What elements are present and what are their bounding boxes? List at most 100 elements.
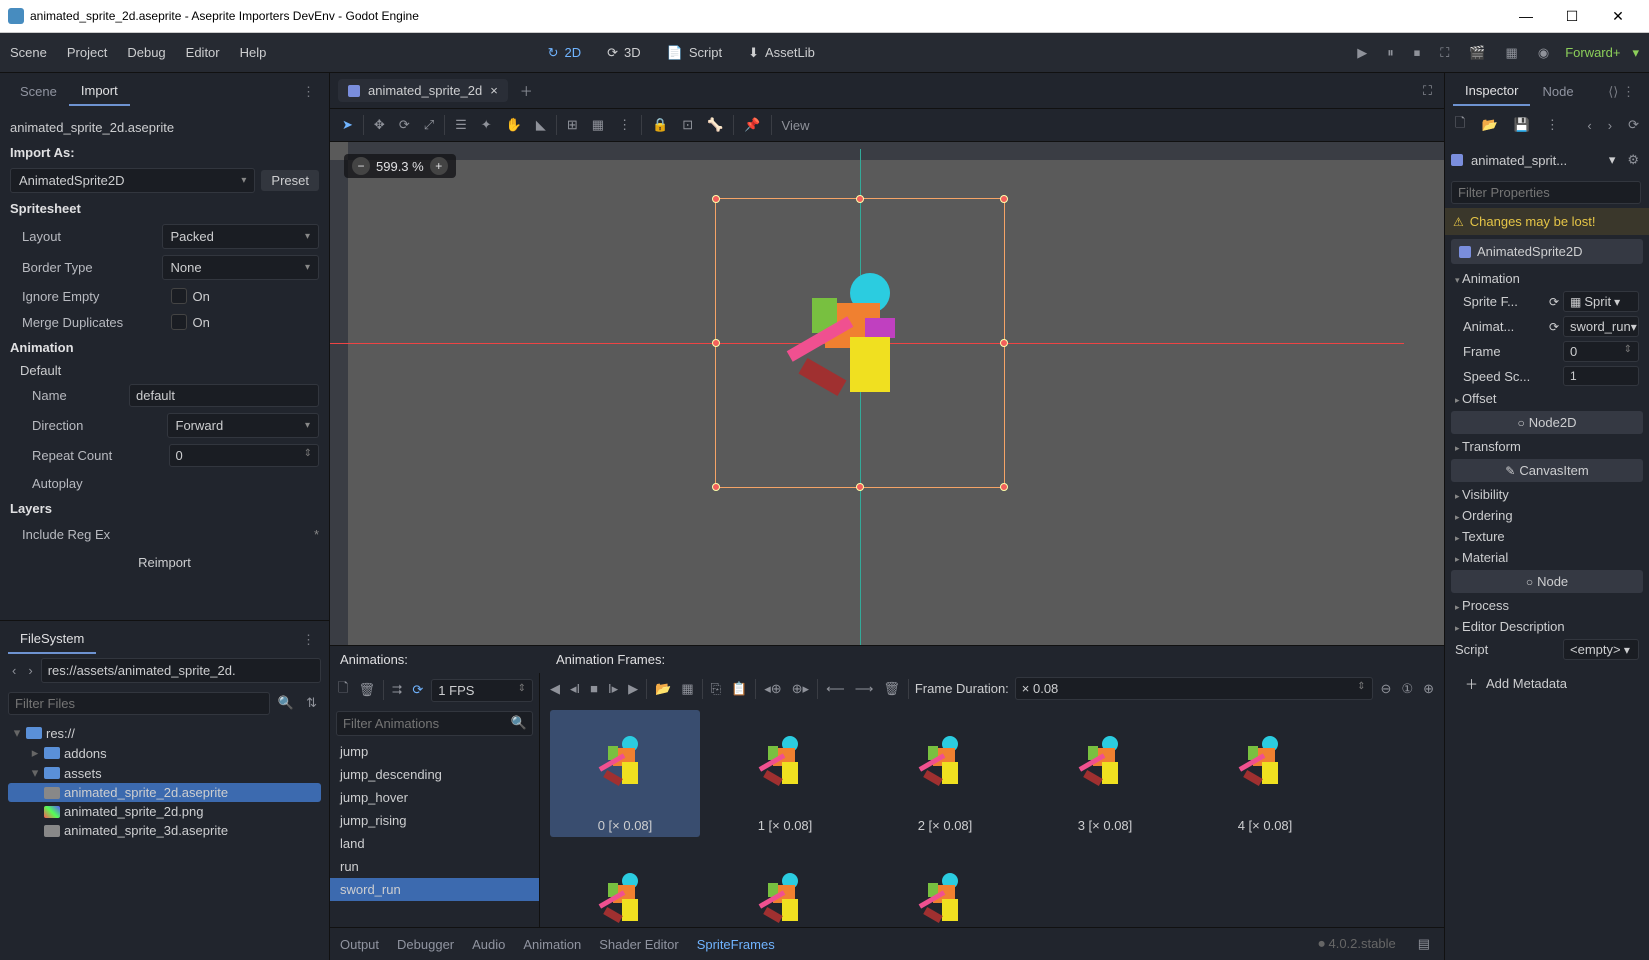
anim-list-item[interactable]: jump: [330, 740, 539, 763]
menu-editor[interactable]: Editor: [186, 41, 220, 64]
section-transform[interactable]: Transform: [1445, 436, 1649, 457]
border-dropdown[interactable]: None: [162, 255, 320, 280]
path-back-button[interactable]: ‹: [8, 659, 20, 682]
new-anim-icon[interactable]: 🗋: [336, 677, 350, 703]
filter-files-input[interactable]: [8, 692, 270, 715]
workspace-3d[interactable]: ⟳3D: [603, 41, 645, 65]
sprite-frames-value[interactable]: ▦Sprit ▾: [1563, 291, 1639, 312]
paste-frame-icon[interactable]: 📋: [729, 679, 749, 699]
bottom-tab-output[interactable]: Output: [340, 937, 379, 952]
loop-icon[interactable]: ⟳: [410, 680, 425, 700]
section-process[interactable]: Process: [1445, 595, 1649, 616]
viewport-2d[interactable]: − 599.3 % +: [330, 142, 1444, 645]
copy-frame-icon[interactable]: ⎘: [709, 679, 723, 699]
section-editor-description[interactable]: Editor Description: [1445, 616, 1649, 637]
snap-icon[interactable]: ⊞: [563, 113, 582, 137]
smart-snap-icon[interactable]: ✦: [477, 113, 496, 137]
anim-list-item[interactable]: jump_hover: [330, 786, 539, 809]
filesystem-menu-icon[interactable]: ⋮: [296, 632, 321, 648]
play-back-icon[interactable]: ◀: [548, 679, 562, 699]
tab-filesystem[interactable]: FileSystem: [8, 625, 96, 654]
play-fwd-icon[interactable]: ▶: [626, 679, 640, 699]
section-visibility[interactable]: Visibility: [1445, 484, 1649, 505]
move-left-icon[interactable]: ⟵: [824, 679, 847, 699]
expand-dock-icon[interactable]: ▤: [1414, 932, 1434, 956]
section-offset[interactable]: Offset: [1445, 388, 1649, 409]
manage-icon[interactable]: ⚙: [1623, 148, 1643, 172]
move-tool-icon[interactable]: ✥: [370, 113, 389, 137]
workspace-2d[interactable]: ↻2D: [544, 41, 586, 65]
grid-snap-icon[interactable]: ▦: [588, 113, 608, 137]
resource-name[interactable]: animated_sprit...: [1471, 153, 1601, 168]
select-tool-icon[interactable]: ➤: [338, 113, 357, 137]
delete-anim-icon[interactable]: 🗑: [356, 680, 377, 700]
layout-dropdown[interactable]: Packed: [162, 224, 320, 249]
scale-tool-icon[interactable]: ⤢: [420, 113, 438, 137]
importer-dropdown[interactable]: AnimatedSprite2D: [10, 168, 255, 193]
extra-menu-icon[interactable]: ⋮: [1542, 113, 1563, 137]
speed-scale-value[interactable]: 1: [1563, 366, 1639, 386]
close-button[interactable]: ✕: [1595, 0, 1641, 32]
load-icon[interactable]: 📂: [1477, 113, 1501, 137]
insert-after-icon[interactable]: ⊕▸: [790, 679, 811, 699]
tab-node[interactable]: Node: [1530, 78, 1585, 105]
class-canvasitem-chip[interactable]: ✎ CanvasItem: [1451, 459, 1643, 482]
frame-cell[interactable]: 0 [× 0.08]: [550, 710, 700, 837]
bottom-tab-animation[interactable]: Animation: [523, 937, 581, 952]
search-icon[interactable]: 🔍: [274, 691, 298, 715]
play-remote-button[interactable]: ⛶: [1436, 41, 1453, 65]
bone-icon[interactable]: 🦴: [703, 113, 727, 137]
renderer-select[interactable]: Forward+: [1565, 45, 1620, 60]
filter-properties-input[interactable]: [1451, 181, 1641, 204]
view-menu[interactable]: View: [778, 114, 814, 137]
stop-frames-icon[interactable]: ■: [588, 679, 600, 698]
merge-dup-checkbox[interactable]: [171, 314, 187, 330]
delete-frame-icon[interactable]: 🗑: [881, 679, 902, 699]
load-frame-icon[interactable]: 📂: [653, 679, 673, 699]
menu-debug[interactable]: Debug: [127, 41, 165, 64]
minimize-button[interactable]: —: [1503, 0, 1549, 32]
preset-button[interactable]: Preset: [261, 170, 319, 191]
save-icon[interactable]: 💾: [1510, 113, 1534, 137]
open-icon[interactable]: 🗋: [1451, 110, 1469, 140]
script-value[interactable]: <empty> ▾: [1563, 639, 1639, 660]
tree-file[interactable]: animated_sprite_3d.aseprite: [8, 821, 321, 840]
tree-file[interactable]: animated_sprite_2d.png: [8, 802, 321, 821]
section-material[interactable]: Material: [1445, 547, 1649, 568]
step-fwd-icon[interactable]: I▸: [606, 679, 620, 699]
frame-cell[interactable]: [550, 847, 700, 927]
anim-list-item[interactable]: land: [330, 832, 539, 855]
zoom-out-button[interactable]: −: [352, 157, 370, 175]
anim-list-item[interactable]: sword_run: [330, 878, 539, 901]
lock-icon[interactable]: 🔒: [648, 113, 672, 137]
resource-dropdown-icon[interactable]: ▾: [1609, 152, 1616, 168]
frame-duration-spin[interactable]: × 0.08⇕: [1015, 677, 1373, 700]
fps-spin[interactable]: 1 FPS⇕: [431, 679, 533, 702]
frame-cell[interactable]: 4 [× 0.08]: [1190, 710, 1340, 837]
selection-box[interactable]: [715, 198, 1005, 488]
add-grid-icon[interactable]: ▦: [679, 679, 695, 699]
insert-before-icon[interactable]: ◂⊕: [762, 679, 783, 699]
inspector-class-header[interactable]: AnimatedSprite2D: [1451, 239, 1643, 264]
add-tab-button[interactable]: ＋: [516, 77, 537, 104]
ruler-tool-icon[interactable]: ◣: [532, 113, 550, 137]
zoom-in-button[interactable]: +: [430, 157, 448, 175]
menu-project[interactable]: Project: [67, 41, 107, 64]
tree-root[interactable]: ▾res://: [8, 723, 321, 743]
menu-help[interactable]: Help: [240, 41, 267, 64]
pin-icon[interactable]: 📌: [740, 113, 764, 137]
stop-button[interactable]: ⏹: [1410, 41, 1425, 65]
frame-value[interactable]: 0⇕: [1563, 341, 1639, 362]
prev-hist-icon[interactable]: ‹: [1583, 114, 1595, 137]
section-texture[interactable]: Texture: [1445, 526, 1649, 547]
frame-cell[interactable]: 2 [× 0.08]: [870, 710, 1020, 837]
path-input[interactable]: res://assets/animated_sprite_2d.: [41, 658, 321, 683]
workspace-assetlib[interactable]: ⬇AssetLib: [744, 41, 819, 65]
tab-scene[interactable]: Scene: [8, 78, 69, 105]
list-tool-icon[interactable]: ☰: [451, 113, 471, 137]
add-metadata-button[interactable]: ＋ Add Metadata: [1451, 668, 1643, 699]
autoplay-icon[interactable]: ⮆: [390, 680, 404, 700]
step-back-icon[interactable]: ◂I: [568, 679, 582, 699]
zoom-in-frame-icon[interactable]: ⊕: [1421, 679, 1436, 699]
tree-folder[interactable]: ▾assets: [8, 763, 321, 783]
